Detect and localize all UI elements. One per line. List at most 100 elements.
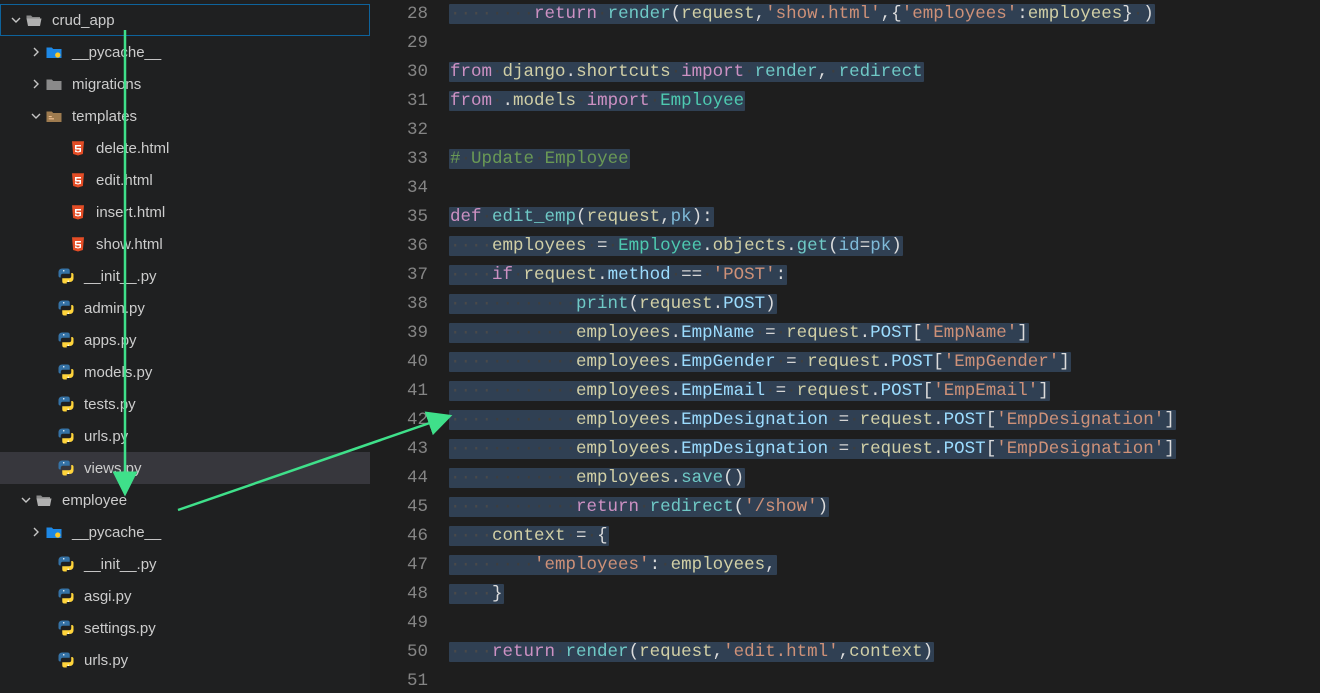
code-line[interactable]: [450, 174, 1320, 203]
code-line[interactable]: ············employees.EmpName·=·request.…: [450, 319, 1320, 348]
folder-employee[interactable]: employee: [0, 484, 370, 516]
file-show-html[interactable]: show.html: [0, 228, 370, 260]
chevron-right-icon: [28, 76, 44, 92]
file-label: admin.py: [84, 300, 145, 317]
html-icon: [68, 234, 88, 254]
python-icon: [56, 586, 76, 606]
code-line[interactable]: ····return·render(request,'edit.html',co…: [450, 638, 1320, 667]
file-label: apps.py: [84, 332, 137, 349]
file-label: settings.py: [84, 620, 156, 637]
code-content[interactable]: ········return·render(request,'show.html…: [450, 0, 1320, 693]
file-edit-html[interactable]: edit.html: [0, 164, 370, 196]
folder-templates-icon: [44, 106, 64, 126]
python-icon: [56, 362, 76, 382]
html-icon: [68, 138, 88, 158]
folder-open-icon: [24, 10, 44, 30]
file-label: views.py: [84, 460, 142, 477]
file-delete-html[interactable]: delete.html: [0, 132, 370, 164]
file-views-py[interactable]: views.py: [0, 452, 370, 484]
file-__init__-py[interactable]: __init__.py: [0, 260, 370, 292]
file-label: urls.py: [84, 652, 128, 669]
code-line[interactable]: [450, 667, 1320, 693]
folder-label: migrations: [72, 76, 141, 93]
folder-icon: [44, 74, 64, 94]
line-gutter: 2829303132333435363738394041424344454647…: [370, 0, 450, 693]
code-line[interactable]: [450, 609, 1320, 638]
code-line[interactable]: ············employees.EmpGender·=·reques…: [450, 348, 1320, 377]
file-explorer[interactable]: crud_app __pycache__ migrations template…: [0, 0, 370, 693]
folder-icon: [44, 522, 64, 542]
chevron-down-icon: [8, 12, 24, 28]
folder-icon: [44, 42, 64, 62]
code-line[interactable]: ············employees.EmpEmail·=·request…: [450, 377, 1320, 406]
file-label: __init__.py: [84, 556, 157, 573]
folder-crud-app[interactable]: crud_app: [0, 4, 370, 36]
folder-open-icon: [34, 490, 54, 510]
code-line[interactable]: ········return·render(request,'show.html…: [450, 0, 1320, 29]
python-icon: [56, 650, 76, 670]
python-icon: [56, 618, 76, 638]
file-models-py[interactable]: models.py: [0, 356, 370, 388]
file-insert-html[interactable]: insert.html: [0, 196, 370, 228]
file-label: show.html: [96, 236, 163, 253]
code-line[interactable]: #·Update·Employee: [450, 145, 1320, 174]
file-__init__-py[interactable]: __init__.py: [0, 548, 370, 580]
code-line[interactable]: from·django.shortcuts·import·render,·red…: [450, 58, 1320, 87]
folder-migrations[interactable]: migrations: [0, 68, 370, 100]
file-label: edit.html: [96, 172, 153, 189]
file-label: urls.py: [84, 428, 128, 445]
file-label: delete.html: [96, 140, 169, 157]
file-label: insert.html: [96, 204, 165, 221]
code-line[interactable]: def·edit_emp(request,pk):: [450, 203, 1320, 232]
file-urls-py[interactable]: urls.py: [0, 644, 370, 676]
chevron-down-icon: [28, 108, 44, 124]
code-line[interactable]: ············return·redirect('/show'): [450, 493, 1320, 522]
folder-label: templates: [72, 108, 137, 125]
python-icon: [56, 426, 76, 446]
code-line[interactable]: ····employees·=·Employee.objects.get(id=…: [450, 232, 1320, 261]
code-line[interactable]: ····}: [450, 580, 1320, 609]
: [40, 620, 56, 636]
folder-pycache[interactable]: __pycache__: [0, 36, 370, 68]
code-line[interactable]: ····context·=·{: [450, 522, 1320, 551]
chevron-right-icon: [28, 524, 44, 540]
code-line[interactable]: [450, 116, 1320, 145]
file-label: asgi.py: [84, 588, 132, 605]
folder-label: __pycache__: [72, 44, 161, 61]
file-settings-py[interactable]: settings.py: [0, 612, 370, 644]
code-line[interactable]: ············employees.EmpDesignation·=·r…: [450, 406, 1320, 435]
code-line[interactable]: ············employees.EmpDesignation·=·r…: [450, 435, 1320, 464]
python-icon: [56, 554, 76, 574]
python-icon: [56, 298, 76, 318]
python-icon: [56, 330, 76, 350]
: [40, 588, 56, 604]
folder-__pycache__[interactable]: __pycache__: [0, 516, 370, 548]
code-line[interactable]: ····if·request.method·==·'POST':: [450, 261, 1320, 290]
file-admin-py[interactable]: admin.py: [0, 292, 370, 324]
file-apps-py[interactable]: apps.py: [0, 324, 370, 356]
python-icon: [56, 266, 76, 286]
folder-templates[interactable]: templates: [0, 100, 370, 132]
code-line[interactable]: ········'employees':·employees,: [450, 551, 1320, 580]
file-label: __pycache__: [72, 524, 161, 541]
folder-label: employee: [62, 492, 127, 509]
code-editor[interactable]: 2829303132333435363738394041424344454647…: [370, 0, 1320, 693]
: [40, 556, 56, 572]
file-asgi-py[interactable]: asgi.py: [0, 580, 370, 612]
folder-label: crud_app: [52, 12, 115, 29]
code-line[interactable]: from·.models·import·Employee: [450, 87, 1320, 116]
: [40, 652, 56, 668]
code-line[interactable]: ············print(request.POST): [450, 290, 1320, 319]
html-icon: [68, 202, 88, 222]
chevron-down-icon: [18, 492, 34, 508]
file-label: __init__.py: [84, 268, 157, 285]
file-urls-py[interactable]: urls.py: [0, 420, 370, 452]
file-label: tests.py: [84, 396, 136, 413]
html-icon: [68, 170, 88, 190]
python-icon: [56, 458, 76, 478]
code-line[interactable]: [450, 29, 1320, 58]
code-line[interactable]: ············employees.save(): [450, 464, 1320, 493]
file-tests-py[interactable]: tests.py: [0, 388, 370, 420]
chevron-right-icon: [28, 44, 44, 60]
file-label: models.py: [84, 364, 152, 381]
